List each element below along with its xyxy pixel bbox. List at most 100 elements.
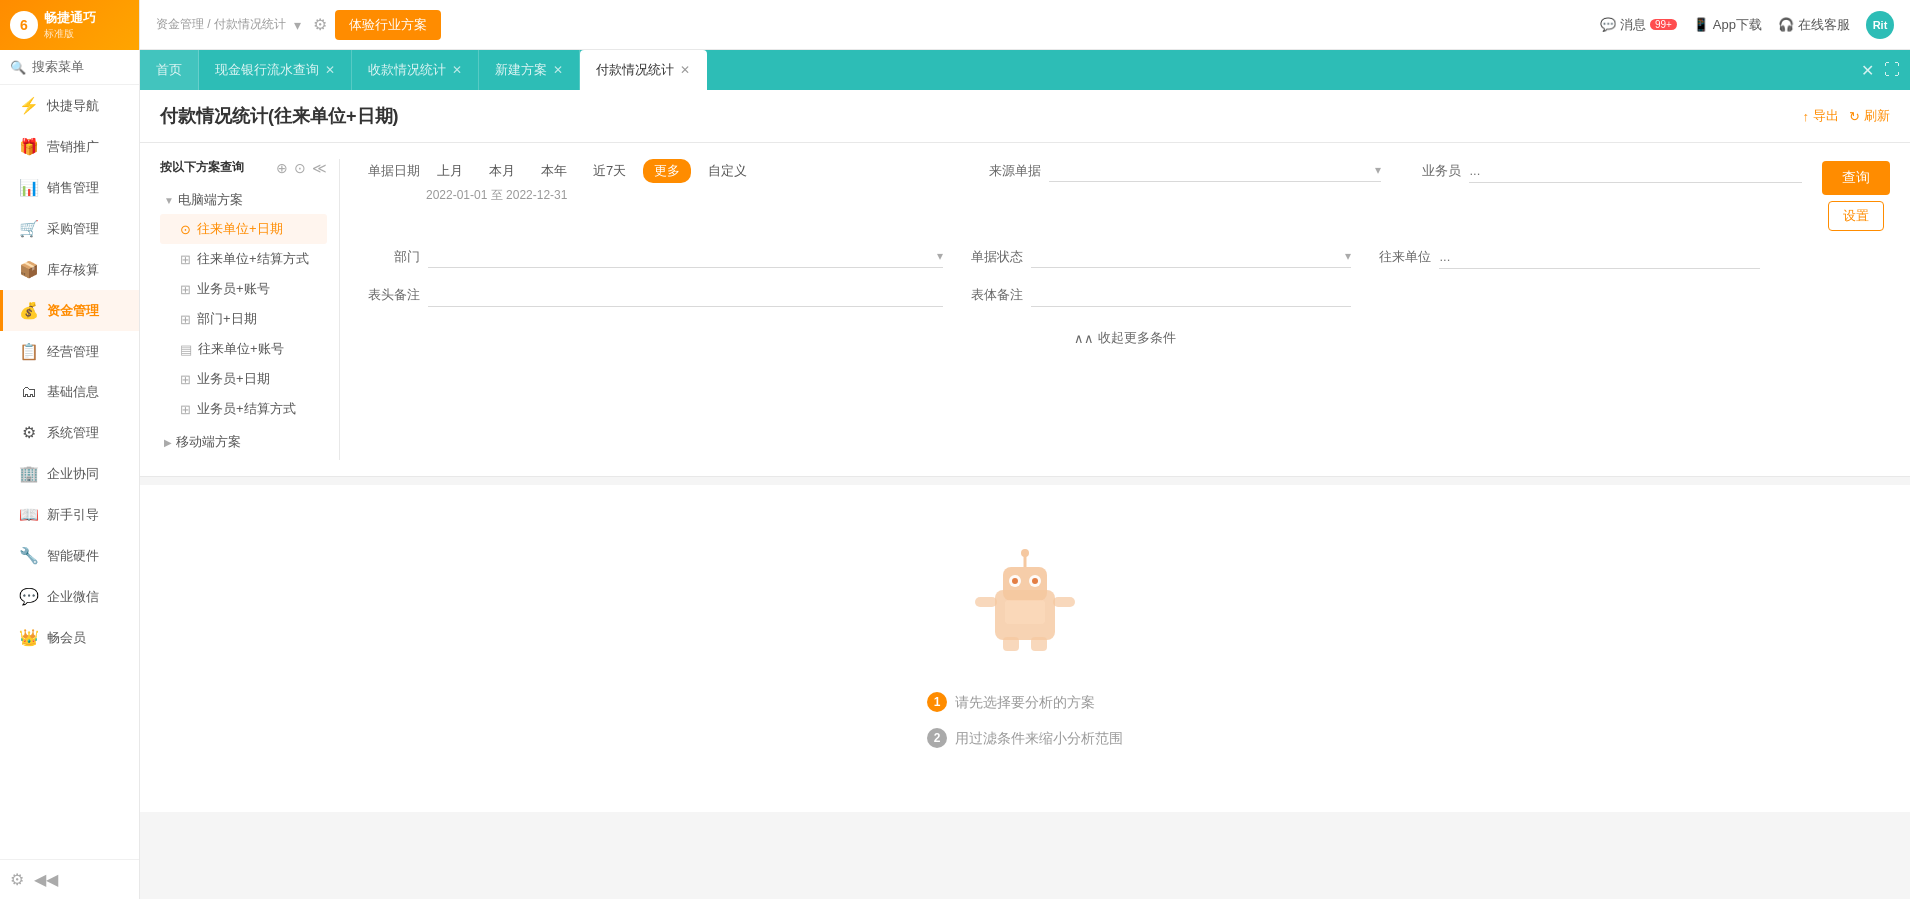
tab-new-plan[interactable]: 新建方案 ✕ xyxy=(479,50,580,90)
date-option-7days[interactable]: 近7天 xyxy=(584,159,635,183)
tab-pay-stat-close[interactable]: ✕ xyxy=(680,63,690,77)
empty-state: 1 请先选择要分析的方案 2 用过滤条件来缩小分析范围 xyxy=(140,485,1910,812)
sidebar-item-enterprise[interactable]: 🏢 企业协同 xyxy=(0,453,139,494)
date-option-more[interactable]: 更多 xyxy=(643,159,691,183)
scheme-item-salesperson-account[interactable]: ⊞ 业务员+账号 xyxy=(160,274,327,304)
sidebar-search[interactable]: 🔍 搜索菜单 xyxy=(0,50,139,85)
body-note-input[interactable] xyxy=(1031,283,1352,307)
sidebar-item-sales[interactable]: 📊 销售管理 xyxy=(0,167,139,208)
sidebar-item-guide[interactable]: 📖 新手引导 xyxy=(0,494,139,535)
query-button[interactable]: 查询 xyxy=(1822,161,1890,195)
tabs-close-all-icon[interactable]: ✕ xyxy=(1861,61,1874,80)
empty-step1-text: 请先选择要分析的方案 xyxy=(955,688,1095,716)
filter-fields: 单据日期 上月 本月 本年 近7天 更多 自定义 2022-01-0 xyxy=(340,159,1890,460)
settings-button[interactable]: 设置 xyxy=(1828,201,1884,231)
sidebar-item-marketing[interactable]: 🎁 营销推广 xyxy=(0,126,139,167)
step1-num: 1 xyxy=(927,692,947,712)
sidebar-item-quick-nav[interactable]: ⚡ 快捷导航 xyxy=(0,85,139,126)
system-icon: ⚙ xyxy=(19,423,39,442)
sidebar-item-label: 畅会员 xyxy=(47,629,86,647)
sidebar-item-hardware[interactable]: 🔧 智能硬件 xyxy=(0,535,139,576)
step2-num: 2 xyxy=(927,728,947,748)
tab-bank-flow[interactable]: 现金银行流水查询 ✕ xyxy=(199,50,352,90)
sidebar-logo: 6 畅捷通巧 标准版 xyxy=(0,0,139,50)
sidebar-item-wechat[interactable]: 💬 企业微信 xyxy=(0,576,139,617)
source-label: 来源单据 xyxy=(981,162,1041,180)
date-option-this-year[interactable]: 本年 xyxy=(532,159,576,183)
filter-field-source: 来源单据 ▾ xyxy=(981,159,1382,182)
scheme-item-grid-icon-3: ⊞ xyxy=(180,312,191,327)
date-option-last-month[interactable]: 上月 xyxy=(428,159,472,183)
doc-status-select[interactable]: ▾ xyxy=(1031,245,1352,268)
collapse-sidebar-icon[interactable]: ◀◀ xyxy=(34,870,58,889)
scheme-add-icon[interactable]: ⊕ xyxy=(276,160,288,176)
topbar-gear-icon[interactable]: ⚙ xyxy=(313,15,327,34)
source-select[interactable]: ▾ xyxy=(1049,159,1382,182)
sidebar-item-inventory[interactable]: 📦 库存核算 xyxy=(0,249,139,290)
online-service-button[interactable]: 🎧 在线客服 xyxy=(1778,16,1850,34)
scheme-settings-icon[interactable]: ⊙ xyxy=(294,160,306,176)
refresh-button[interactable]: ↻ 刷新 xyxy=(1849,107,1890,125)
tab-receive-stat[interactable]: 收款情况统计 ✕ xyxy=(352,50,479,90)
scheme-group-mobile-header[interactable]: ▶ 移动端方案 xyxy=(160,428,327,456)
tab-pay-stat[interactable]: 付款情况统计 ✕ xyxy=(580,50,707,90)
dept-select[interactable]: ▾ xyxy=(428,245,943,268)
sidebar: 6 畅捷通巧 标准版 🔍 搜索菜单 ⚡ 快捷导航 🎁 营销推广 📊 销售管理 🛒… xyxy=(0,0,140,899)
collapse-more-button[interactable]: ∧∧ 收起更多条件 xyxy=(380,321,1870,347)
sidebar-item-label: 资金管理 xyxy=(47,302,99,320)
dept-label: 部门 xyxy=(360,248,420,266)
operations-icon: 📋 xyxy=(19,342,39,361)
svg-rect-1 xyxy=(1003,567,1047,601)
dept-select-arrow: ▾ xyxy=(937,249,943,263)
source-select-arrow: ▾ xyxy=(1375,163,1381,177)
header-note-input[interactable] xyxy=(428,283,943,307)
app-download-button[interactable]: 📱 App下载 xyxy=(1693,16,1762,34)
logo-sub: 标准版 xyxy=(44,27,96,41)
collapse-more-label: 收起更多条件 xyxy=(1098,329,1176,347)
scheme-item-dept-date[interactable]: ⊞ 部门+日期 xyxy=(160,304,327,334)
tab-bank-flow-close[interactable]: ✕ xyxy=(325,63,335,77)
svg-rect-12 xyxy=(1005,600,1045,624)
scheme-item-unit-date[interactable]: ⊙ 往来单位+日期 xyxy=(160,214,327,244)
scheme-item-salesperson-settle[interactable]: ⊞ 业务员+结算方式 xyxy=(160,394,327,424)
empty-step-2: 2 用过滤条件来缩小分析范围 xyxy=(927,724,1123,752)
page-title: 付款情况统计(往来单位+日期) xyxy=(160,104,399,128)
sidebar-item-label: 企业微信 xyxy=(47,588,99,606)
divider xyxy=(140,476,1910,477)
sidebar-item-finance[interactable]: 💰 资金管理 xyxy=(0,290,139,331)
scheme-item-unit-settle[interactable]: ⊞ 往来单位+结算方式 xyxy=(160,244,327,274)
messages-button[interactable]: 💬 消息 99+ xyxy=(1600,16,1677,34)
scheme-item-salesperson-date[interactable]: ⊞ 业务员+日期 xyxy=(160,364,327,394)
tab-receive-stat-close[interactable]: ✕ xyxy=(452,63,462,77)
scheme-item-unit-account[interactable]: ▤ 往来单位+账号 xyxy=(160,334,327,364)
tab-home[interactable]: 首页 xyxy=(140,50,199,90)
sidebar-item-basic[interactable]: 🗂 基础信息 xyxy=(0,372,139,412)
trial-button[interactable]: 体验行业方案 xyxy=(335,10,441,40)
salesperson-input[interactable] xyxy=(1469,159,1802,183)
sidebar-item-member[interactable]: 👑 畅会员 xyxy=(0,617,139,658)
scheme-collapse-icon[interactable]: ≪ xyxy=(312,160,327,176)
export-button[interactable]: ↑ 导出 xyxy=(1803,107,1840,125)
tab-new-plan-close[interactable]: ✕ xyxy=(553,63,563,77)
scheme-item-grid-icon-4: ⊞ xyxy=(180,372,191,387)
date-option-custom[interactable]: 自定义 xyxy=(699,159,756,183)
sidebar-item-purchase[interactable]: 🛒 采购管理 xyxy=(0,208,139,249)
date-option-this-month[interactable]: 本月 xyxy=(480,159,524,183)
filter-row-2: 部门 ▾ 单据状态 ▾ xyxy=(360,245,1890,269)
scheme-panel-actions: ⊕ ⊙ ≪ xyxy=(276,160,327,176)
scheme-group-desktop-header[interactable]: ▼ 电脑端方案 xyxy=(160,186,327,214)
scheme-panel: 按以下方案查询 ⊕ ⊙ ≪ ▼ 电脑端方案 ⊙ 往来单位+日期 xyxy=(160,159,340,460)
sidebar-item-label: 采购管理 xyxy=(47,220,99,238)
avatar[interactable]: Rit xyxy=(1866,11,1894,39)
export-icon: ↑ xyxy=(1803,109,1810,124)
scheme-item-unit-account-label: 往来单位+账号 xyxy=(198,340,284,358)
partner-input[interactable] xyxy=(1439,245,1760,269)
tabs-bar: 首页 现金银行流水查询 ✕ 收款情况统计 ✕ 新建方案 ✕ 付款情况统计 ✕ ✕… xyxy=(140,50,1910,90)
settings-bottom-icon[interactable]: ⚙ xyxy=(10,870,24,889)
tabs-expand-icon[interactable]: ⛶ xyxy=(1884,61,1900,79)
content-area: 付款情况统计(往来单位+日期) ↑ 导出 ↻ 刷新 按以下方案查询 ⊕ xyxy=(140,90,1910,899)
sidebar-item-operations[interactable]: 📋 经营管理 xyxy=(0,331,139,372)
inventory-icon: 📦 xyxy=(19,260,39,279)
sidebar-item-system[interactable]: ⚙ 系统管理 xyxy=(0,412,139,453)
topbar-dropdown-icon[interactable]: ▾ xyxy=(294,17,301,33)
